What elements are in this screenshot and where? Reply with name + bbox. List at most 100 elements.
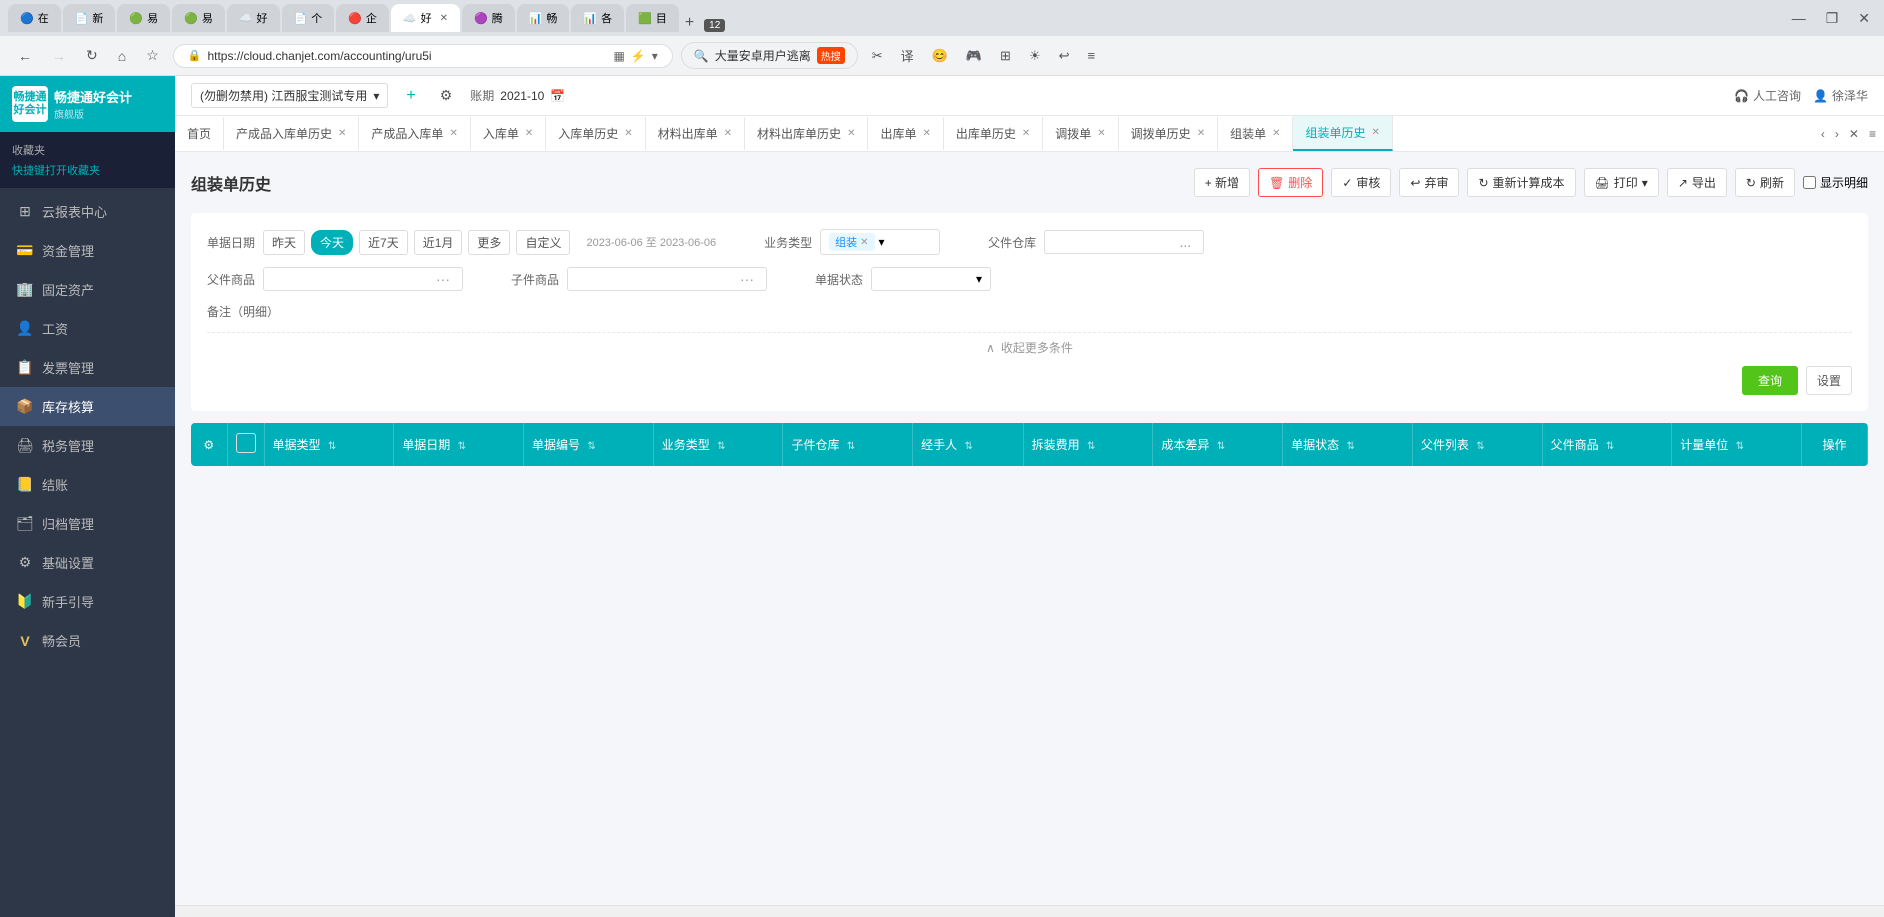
sidebar-item-close-accounts[interactable]: 📒 结账 [0,465,175,504]
app-tab-out-order[interactable]: 出库单 ✕ [868,117,943,150]
sidebar-item-inventory[interactable]: 📦 库存核算 [0,387,175,426]
undo-icon[interactable]: ↩ [1053,45,1076,67]
lightning-icon[interactable]: ⚡ [631,49,646,63]
refresh-button[interactable]: ↻ [80,43,104,68]
close-out-history[interactable]: ✕ [1022,128,1030,139]
parent-warehouse-ellipsis[interactable]: ... [1175,234,1195,250]
game-icon[interactable]: 🎮 [960,45,988,67]
app-tab-out-history[interactable]: 出库单历史 ✕ [944,117,1043,150]
close-window-button[interactable]: ✕ [1852,6,1876,31]
sidebar-item-fixed-assets[interactable]: 🏢 固定资产 [0,270,175,309]
brightness-icon[interactable]: ☀ [1023,45,1047,67]
app-tab-material-out[interactable]: 材料出库单 ✕ [646,117,745,150]
sidebar-item-payroll[interactable]: 👤 工资 [0,309,175,348]
business-type-input[interactable]: 组装 ✕ ▾ [820,229,940,255]
qr-icon[interactable]: ▦ [613,49,624,63]
maximize-button[interactable]: ❐ [1820,6,1845,31]
calendar-icon[interactable]: 📅 [550,89,565,103]
browser-tab-4[interactable]: 🟢易 [172,4,225,32]
browser-tab-8[interactable]: ☁️好✕ [391,4,460,32]
close-in-order[interactable]: ✕ [525,128,533,139]
browser-tab-5[interactable]: ☁️好 [227,4,280,32]
settings-small-button[interactable]: 设置 [1806,366,1852,395]
dropdown-icon[interactable]: ▾ [652,49,658,63]
browser-tab-7[interactable]: 🔴企 [336,4,389,32]
bookmark-button[interactable]: ☆ [140,43,165,68]
app-tab-assembly[interactable]: 组装单 ✕ [1218,117,1293,150]
browser-tab-12[interactable]: 🟩目 [626,4,679,32]
browser-tab-1[interactable]: 🔵在 [8,4,61,32]
close-material-out[interactable]: ✕ [724,128,732,139]
sidebar-item-funds[interactable]: 💳 资金管理 [0,231,175,270]
show-details-checkbox[interactable] [1803,176,1816,189]
sidebar-item-tax[interactable]: 🖨 税务管理 [0,426,175,465]
select-all-checkbox[interactable] [236,433,256,453]
query-button[interactable]: 查询 [1742,366,1798,395]
sidebar-item-invoice[interactable]: 📋 发票管理 [0,348,175,387]
back-button[interactable]: ← [12,44,38,68]
delete-button[interactable]: 🗑 删除 [1258,168,1323,197]
show-details-label[interactable]: 显示明细 [1803,174,1868,191]
close-transfer-history[interactable]: ✕ [1197,128,1205,139]
grid-icon[interactable]: ⊞ [994,45,1017,67]
parent-item-ellipsis[interactable]: ··· [432,271,454,287]
favorite-subtitle[interactable]: 快捷键打开收藏夹 [12,162,163,178]
date-btn-today[interactable]: 今天 [311,230,353,255]
collapse-bar[interactable]: ∧ 收起更多条件 [207,332,1852,362]
close-in-history[interactable]: ✕ [624,128,632,139]
browser-tab-10[interactable]: 📊畅 [517,4,570,32]
scissors-icon[interactable]: ✂ [866,45,889,67]
date-btn-7days[interactable]: 近7天 [359,230,408,255]
date-btn-1month[interactable]: 近1月 [414,230,463,255]
close-out-order[interactable]: ✕ [922,128,930,139]
col-order-status[interactable]: 单据状态 ⇅ [1283,423,1413,466]
sidebar-item-vip[interactable]: V 畅会员 [0,621,175,660]
close-transfer[interactable]: ✕ [1097,128,1105,139]
col-settings[interactable]: ⚙ [191,423,227,466]
tab-right-arrow[interactable]: › [1831,125,1843,143]
sidebar-item-archive[interactable]: 🗂 归档管理 [0,504,175,543]
close-assembly[interactable]: ✕ [1272,128,1280,139]
service-button[interactable]: 🎧 人工咨询 [1734,87,1801,104]
col-handler[interactable]: 经手人 ⇅ [913,423,1023,466]
print-button[interactable]: 🖨 打印 ▾ [1584,168,1659,197]
company-settings-button[interactable]: ⚙ [434,83,459,108]
abandon-button[interactable]: ↩ 弃审 [1399,168,1459,197]
app-tab-transfer[interactable]: 调拨单 ✕ [1043,117,1118,150]
browser-tab-11[interactable]: 📊各 [571,4,624,32]
app-tab-product-in-history[interactable]: 产成品入库单历史 ✕ [224,117,359,150]
new-tab-button[interactable]: + [681,14,698,32]
parent-warehouse-input[interactable]: ... [1044,230,1204,254]
home-button[interactable]: ⌂ [112,44,132,68]
translate-icon[interactable]: 译 [895,43,920,68]
tab-close-all[interactable]: ✕ [1845,125,1863,143]
app-tab-home[interactable]: 首页 [175,117,224,150]
app-tab-material-out-history[interactable]: 材料出库单历史 ✕ [745,117,868,150]
app-tab-in-order[interactable]: 入库单 ✕ [471,117,546,150]
minimize-button[interactable]: — [1786,6,1812,30]
add-company-button[interactable]: + [400,83,421,109]
bottom-scrollbar[interactable] [175,905,1884,917]
col-checkbox[interactable] [227,423,264,466]
child-item-input[interactable]: ··· [567,267,767,291]
sidebar-item-guide[interactable]: 🔰 新手引导 [0,582,175,621]
search-bar[interactable]: 🔍 大量安卓用户逃离 热搜 [681,42,858,69]
tab-close-8[interactable]: ✕ [440,13,448,24]
col-order-type[interactable]: 单据类型 ⇅ [264,423,394,466]
browser-tab-9[interactable]: 🟣腾 [462,4,515,32]
col-disassembly-fee[interactable]: 拆装费用 ⇅ [1023,423,1153,466]
close-assembly-history[interactable]: ✕ [1372,127,1380,138]
close-product-in-history[interactable]: ✕ [338,128,346,139]
parent-item-input[interactable]: ··· [263,267,463,291]
col-child-warehouse[interactable]: 子件仓库 ⇅ [783,423,913,466]
browser-tab-6[interactable]: 📄个 [282,4,335,32]
sidebar-item-cloud-report[interactable]: ⊞ 云报表中心 [0,192,175,231]
new-button[interactable]: + 新增 [1194,168,1250,197]
emoji-icon[interactable]: 😊 [926,45,954,67]
forward-button[interactable]: → [46,44,72,68]
user-info[interactable]: 👤 徐泽华 [1813,87,1868,104]
audit-button[interactable]: ✓ 审核 [1331,168,1391,197]
app-tab-assembly-history[interactable]: 组装单历史 ✕ [1293,116,1392,151]
col-order-no[interactable]: 单据编号 ⇅ [523,423,653,466]
col-parent-item[interactable]: 父件商品 ⇅ [1542,423,1672,466]
